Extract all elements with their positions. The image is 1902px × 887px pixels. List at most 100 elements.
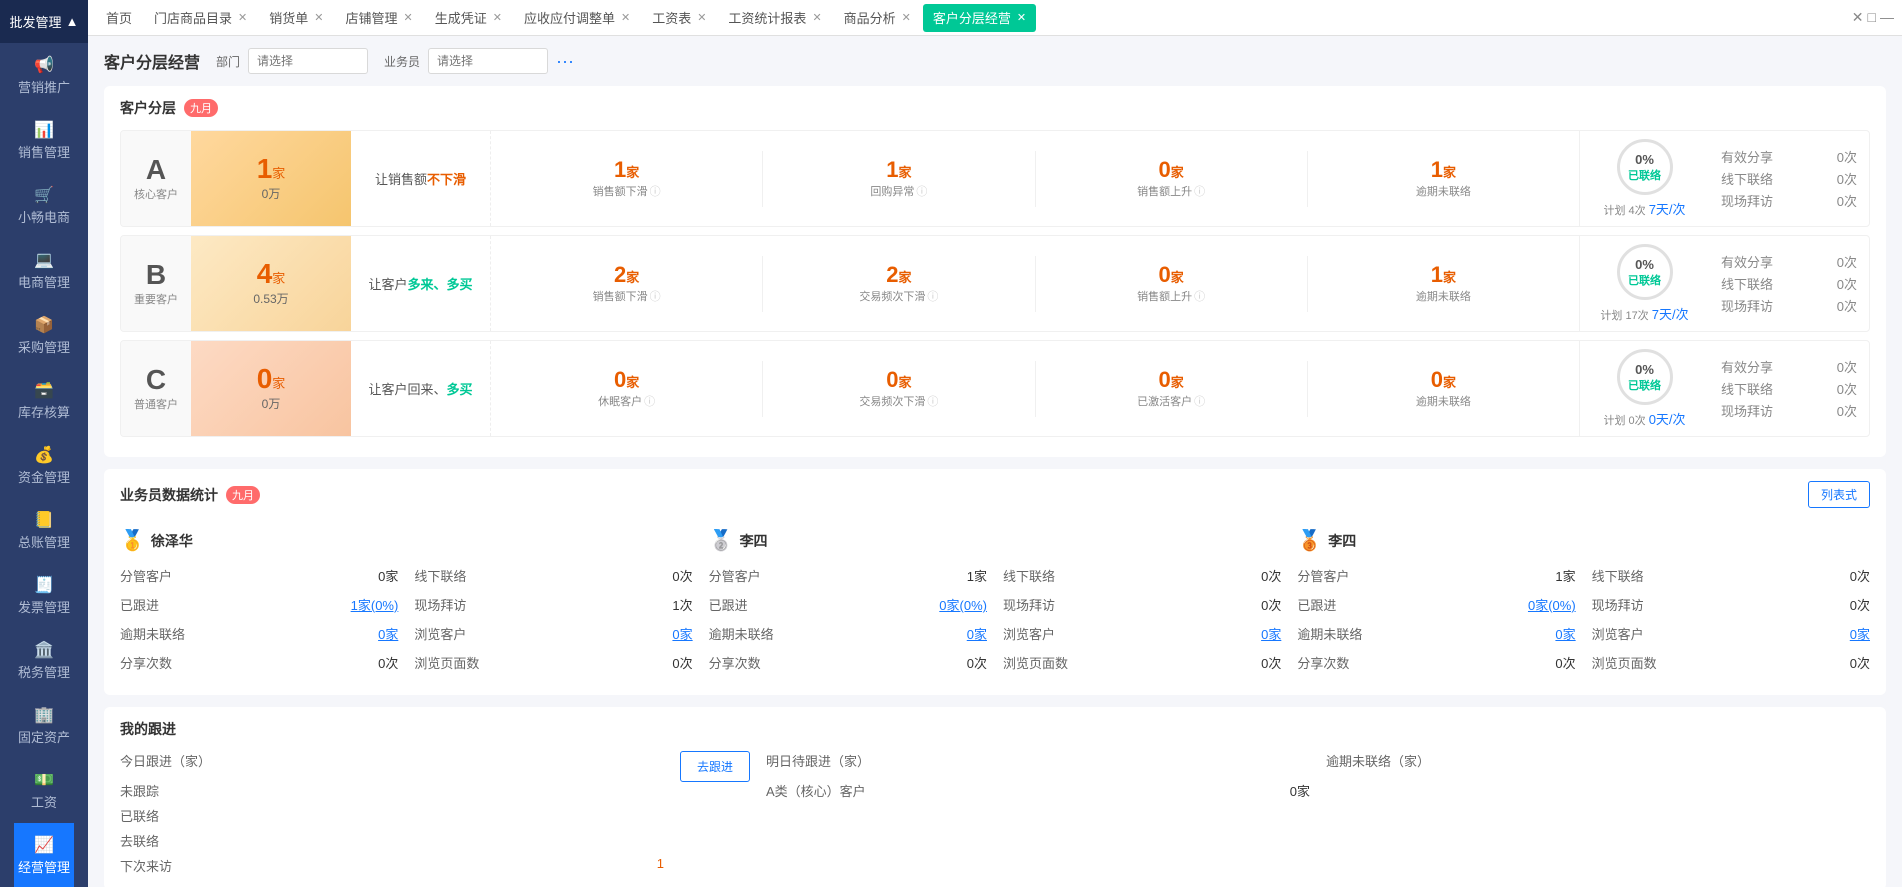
info-icon[interactable]: ⓘ xyxy=(1194,288,1205,304)
tab-close-1[interactable]: ✕ xyxy=(238,11,247,24)
dept-select[interactable] xyxy=(248,48,368,74)
sidebar-item-1[interactable]: 📊销售管理 xyxy=(14,108,74,173)
info-icon[interactable]: ⓘ xyxy=(927,393,938,409)
staff-section: 业务员数据统计 九月 列表式 🥇 徐泽华 分管客户 0家 线下联络 0次 已跟进… xyxy=(104,469,1886,695)
tab-close-6[interactable]: ✕ xyxy=(697,11,706,24)
followup-today-title: 今日跟进（家） xyxy=(120,751,664,770)
minimize-window-icon[interactable]: — xyxy=(1880,9,1894,26)
staff-stat-link-1-5[interactable]: 0家 xyxy=(1261,627,1281,642)
right-item-2-1: 线下联络 0次 xyxy=(1721,379,1857,398)
plan-link[interactable]: 7天/次 xyxy=(1649,202,1686,217)
staff-select[interactable] xyxy=(428,48,548,74)
followup-tomorrow-col: 明日待跟进（家） A类（核心）客户0家 xyxy=(766,751,1310,803)
staff-stat-link-0-4[interactable]: 0家 xyxy=(378,627,398,642)
tab-1[interactable]: 门店商品目录✕ xyxy=(144,4,257,32)
tab-close-8[interactable]: ✕ xyxy=(902,11,911,24)
tier-main-2: 0家 0万 xyxy=(191,341,351,436)
staff-card-2: 🥉 李四 分管客户 1家 线下联络 0次 已跟进 0家(0%) 现场拜访 0次 … xyxy=(1297,520,1870,683)
sidebar-item-2[interactable]: 🛒小畅电商 xyxy=(14,173,74,238)
plan-link[interactable]: 0天/次 xyxy=(1649,412,1686,427)
sidebar: 批发管理 ▲ 📢营销推广📊销售管理🛒小畅电商💻电商管理📦采购管理🗃️库存核算💰资… xyxy=(0,0,88,887)
tab-0[interactable]: 首页 xyxy=(96,4,142,32)
sidebar-label-2: 小畅电商 xyxy=(18,210,70,225)
staff-stat-2-0: 分管客户 1家 xyxy=(1297,563,1575,588)
info-icon[interactable]: ⓘ xyxy=(650,288,661,304)
sidebar-label-4: 采购管理 xyxy=(18,340,70,355)
tier-row-1: B 重要客户 4家 0.53万 让客户多来、多买 2家 销售额下滑ⓘ 2家 交易… xyxy=(120,235,1870,332)
restore-window-icon[interactable]: □ xyxy=(1868,9,1876,26)
plan-link[interactable]: 7天/次 xyxy=(1652,307,1689,322)
info-icon[interactable]: ⓘ xyxy=(916,183,927,199)
tier-label-1: B 重要客户 xyxy=(121,236,191,331)
tab-7[interactable]: 工资统计报表✕ xyxy=(718,4,831,32)
info-icon[interactable]: ⓘ xyxy=(644,393,655,409)
sidebar-item-4[interactable]: 📦采购管理 xyxy=(14,303,74,368)
info-icon[interactable]: ⓘ xyxy=(927,288,938,304)
page-title: 客户分层经营 xyxy=(104,49,200,73)
staff-stat-2-2: 已跟进 0家(0%) xyxy=(1297,592,1575,617)
sidebar-item-11[interactable]: 💵工资 xyxy=(14,758,74,823)
staff-stat-0-2: 已跟进 1家(0%) xyxy=(120,592,398,617)
sidebar-item-10[interactable]: 🏢固定资产 xyxy=(14,693,74,758)
staff-medal-1: 🥈 xyxy=(709,528,734,553)
stat-item-0-1: 1家 回购异常ⓘ xyxy=(763,151,1035,207)
sidebar-icon-10: 🏢 xyxy=(18,705,70,725)
tab-3[interactable]: 店铺管理✕ xyxy=(335,4,422,32)
right-item-1-1: 线下联络 0次 xyxy=(1721,274,1857,293)
tab-6[interactable]: 工资表✕ xyxy=(642,4,716,32)
staff-stat-0-6: 分享次数 0次 xyxy=(120,650,398,675)
tier-right-1: 有效分享 0次 线下联络 0次 现场拜访 0次 xyxy=(1709,236,1869,331)
sidebar-item-0[interactable]: 📢营销推广 xyxy=(14,43,74,108)
right-item-0-2: 现场拜访 0次 xyxy=(1721,191,1857,210)
tier-contact-0: 0% 已联络 计划 4次 7天/次 xyxy=(1579,131,1709,226)
staff-stat-link-2-2[interactable]: 0家(0%) xyxy=(1528,598,1576,613)
staff-stat-link-0-5[interactable]: 0家 xyxy=(672,627,692,642)
more-options-icon[interactable]: ··· xyxy=(556,52,574,70)
staff-stat-1-2: 已跟进 0家(0%) xyxy=(709,592,987,617)
close-window-icon[interactable]: ✕ xyxy=(1852,9,1864,26)
staff-stat-link-1-2[interactable]: 0家(0%) xyxy=(939,598,987,613)
info-icon[interactable]: ⓘ xyxy=(1194,183,1205,199)
tier-slogan-1: 让客户多来、多买 xyxy=(351,236,491,331)
stat-item-1-1: 2家 交易频次下滑ⓘ xyxy=(763,256,1035,312)
staff-medal-0: 🥇 xyxy=(120,528,145,553)
tab-4[interactable]: 生成凭证✕ xyxy=(425,4,512,32)
tab-close-7[interactable]: ✕ xyxy=(812,11,821,24)
sidebar-item-3[interactable]: 💻电商管理 xyxy=(14,238,74,303)
tab-8[interactable]: 商品分析 ✕ xyxy=(834,4,921,32)
staff-stat-2-3: 现场拜访 0次 xyxy=(1592,592,1870,617)
sidebar-logo[interactable]: 批发管理 ▲ xyxy=(0,0,88,43)
sidebar-item-6[interactable]: 💰资金管理 xyxy=(14,433,74,498)
tab-close-9[interactable]: ✕ xyxy=(1017,11,1026,24)
goto-followup-button[interactable]: 去跟进 xyxy=(680,751,750,782)
sidebar-logo-text: 批发管理 xyxy=(10,12,62,31)
sidebar-item-9[interactable]: 🏛️税务管理 xyxy=(14,628,74,693)
staff-stat-1-3: 现场拜访 0次 xyxy=(1003,592,1281,617)
staff-stat-link-2-4[interactable]: 0家 xyxy=(1555,627,1575,642)
tab-close-2[interactable]: ✕ xyxy=(314,11,323,24)
tab-9[interactable]: 客户分层经营✕ xyxy=(923,4,1036,32)
tab-close-5[interactable]: ✕ xyxy=(621,11,630,24)
tab-close-4[interactable]: ✕ xyxy=(493,11,502,24)
tab-label-8: 商品分析 xyxy=(844,8,896,27)
tab-close-3[interactable]: ✕ xyxy=(404,11,413,24)
tab-5[interactable]: 应收应付调整单✕ xyxy=(514,4,640,32)
right-item-1-2: 现场拜访 0次 xyxy=(1721,296,1857,315)
info-icon[interactable]: ⓘ xyxy=(650,183,661,199)
list-view-button[interactable]: 列表式 xyxy=(1808,481,1870,508)
right-item-2-2: 现场拜访 0次 xyxy=(1721,401,1857,420)
sidebar-item-8[interactable]: 🧾发票管理 xyxy=(14,563,74,628)
staff-stat-link-2-5[interactable]: 0家 xyxy=(1850,627,1870,642)
staff-stat-link-0-2[interactable]: 1家(0%) xyxy=(351,598,399,613)
sidebar-icon-6: 💰 xyxy=(18,445,70,465)
staff-stat-link-1-4[interactable]: 0家 xyxy=(967,627,987,642)
sidebar-item-7[interactable]: 📒总账管理 xyxy=(14,498,74,563)
tab-2[interactable]: 销货单✕ xyxy=(259,4,333,32)
tier-row-0: A 核心客户 1家 0万 让销售额不下滑 1家 销售额下滑ⓘ 1家 回购异常ⓘ … xyxy=(120,130,1870,227)
sidebar-collapse-icon[interactable]: ▲ xyxy=(66,14,79,29)
staff-stat-0-1: 线下联络 0次 xyxy=(414,563,692,588)
info-icon[interactable]: ⓘ xyxy=(1194,393,1205,409)
sidebar-item-12[interactable]: 📈经营管理 xyxy=(14,823,74,887)
sidebar-item-5[interactable]: 🗃️库存核算 xyxy=(14,368,74,433)
followup-row-followup-tomorrow-rows-0: A类（核心）客户0家 xyxy=(766,778,1310,803)
